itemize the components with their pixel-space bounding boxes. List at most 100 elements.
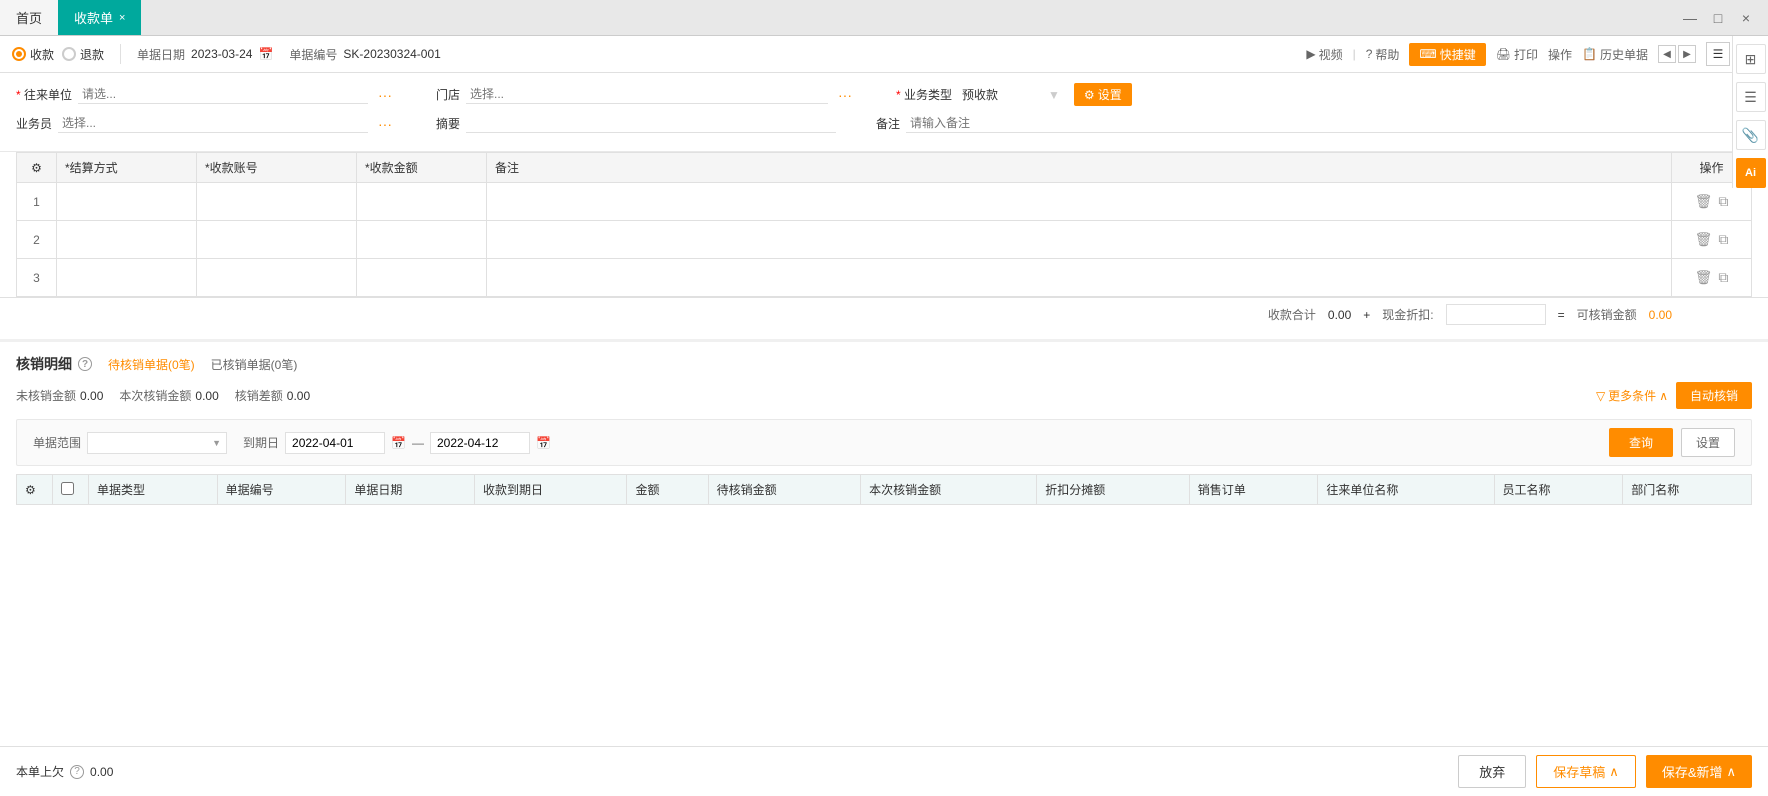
tab-receipt-close[interactable]: × (119, 12, 125, 24)
query-button[interactable]: 查询 (1609, 428, 1673, 457)
tab-receipt[interactable]: 收款单 × (58, 0, 141, 35)
calendar-icon[interactable]: 📅 (258, 47, 273, 61)
delete-icon-3[interactable]: 🗑 (1695, 269, 1713, 286)
setting-button[interactable]: ⚙ 设置 (1074, 83, 1132, 106)
nav-arrows: ◀ ▶ (1658, 45, 1696, 63)
table-gear-header[interactable]: ⚙ (17, 153, 57, 183)
shortcut-button[interactable]: ⌨ 快捷键 (1409, 43, 1485, 66)
receipt-radio[interactable]: 收款 (12, 46, 54, 63)
range-select-wrap (87, 432, 227, 454)
btth-checkbox[interactable] (53, 475, 89, 505)
minimize-button[interactable]: — (1680, 8, 1700, 28)
filter-row: 单据范围 到期日 📅 — 📅 查询 设置 (16, 419, 1752, 466)
account-cell-2[interactable] (197, 221, 357, 259)
store-label: 门店 (436, 86, 460, 103)
play-icon: ▶ (1306, 47, 1315, 61)
due-date-to[interactable] (430, 432, 530, 454)
uncleared-value: 0.00 (80, 389, 103, 403)
summary-input[interactable] (466, 114, 836, 133)
amount-cell-1[interactable] (357, 183, 487, 221)
range-select[interactable] (87, 432, 227, 454)
form-area: * 往来单位 ··· 门店 ··· * 业务类型 预收款 ▼ (0, 73, 1768, 152)
history-icon: 📋 (1582, 47, 1597, 61)
due-date-from[interactable] (285, 432, 385, 454)
counterparty-more-btn[interactable]: ··· (374, 87, 396, 103)
th-remark: 备注 (487, 153, 1672, 183)
copy-icon-3[interactable]: ⧉ (1718, 269, 1728, 286)
remark-cell-3[interactable] (487, 259, 1672, 297)
btth-salesorder: 销售订单 (1189, 475, 1318, 505)
amount-cell-3[interactable] (357, 259, 487, 297)
receipt-table-wrap: ⚙ *结算方式 *收款账号 *收款金额 备注 操作 1 (0, 152, 1768, 297)
save-new-button[interactable]: 保存&新增 ∧ (1646, 755, 1752, 788)
delete-icon-2[interactable]: 🗑 (1695, 231, 1713, 248)
bottom-amount-label: 本单上欠 (16, 763, 64, 780)
account-cell-3[interactable] (197, 259, 357, 297)
save-draft-button[interactable]: 保存草稿 ∧ (1536, 755, 1636, 788)
total-value: 0.00 (1328, 308, 1351, 322)
calendar-from-icon[interactable]: 📅 (391, 436, 406, 450)
select-all-checkbox[interactable] (61, 482, 74, 495)
staff-more-btn[interactable]: ··· (374, 116, 396, 132)
row-num-3: 3 (17, 259, 57, 297)
settlement-cell-3[interactable] (57, 259, 197, 297)
discount-label: 现金折扣: (1382, 306, 1433, 323)
docnum-label: 单据编号 (289, 46, 337, 63)
delete-icon-1[interactable]: 🗑 (1695, 193, 1713, 210)
calendar-to-icon[interactable]: 📅 (536, 436, 551, 450)
settlement-cell-1[interactable] (57, 183, 197, 221)
rp-list-btn[interactable]: ☰ (1736, 82, 1766, 112)
btth-staff: 员工名称 (1494, 475, 1623, 505)
question-icon: ? (1366, 47, 1373, 61)
remark-cell-2[interactable] (487, 221, 1672, 259)
copy-icon-1[interactable]: ⧉ (1718, 193, 1728, 210)
staff-input[interactable] (58, 114, 368, 133)
abandon-button[interactable]: 放弃 (1458, 755, 1526, 788)
pending-tab[interactable]: 待核销单据(0笔) (108, 356, 195, 373)
rp-attach-btn[interactable]: 📎 (1736, 120, 1766, 150)
btth-gear[interactable]: ⚙ (17, 475, 53, 505)
diff-stat: 核销差额 0.00 (235, 387, 310, 404)
store-input[interactable] (466, 85, 828, 104)
table-row: 1 🗑 ⧉ (17, 183, 1752, 221)
tab-home[interactable]: 首页 (0, 0, 58, 35)
receipt-radio-label: 收款 (30, 46, 54, 63)
remark-input[interactable] (906, 114, 1752, 133)
completed-tab[interactable]: 已核销单据(0笔) (211, 356, 298, 373)
close-window-button[interactable]: × (1736, 8, 1756, 28)
next-arrow[interactable]: ▶ (1678, 45, 1696, 63)
refund-radio[interactable]: 退款 (62, 46, 104, 63)
staff-label: 业务员 (16, 115, 52, 132)
operation-link[interactable]: 操作 (1548, 46, 1572, 63)
list-view-btn[interactable]: ☰ (1706, 42, 1730, 66)
maximize-button[interactable]: □ (1708, 8, 1728, 28)
filter-right-actions: 查询 设置 (1609, 428, 1735, 457)
prev-arrow[interactable]: ◀ (1658, 45, 1676, 63)
print-link[interactable]: 🖨 打印 (1496, 46, 1538, 63)
remark-cell-1[interactable] (487, 183, 1672, 221)
store-more-btn[interactable]: ··· (834, 87, 856, 103)
history-link[interactable]: 📋 历史单据 (1582, 46, 1648, 63)
copy-icon-2[interactable]: ⧉ (1718, 231, 1728, 248)
counterparty-label: * 往来单位 (16, 86, 72, 103)
rp-table-btn[interactable]: ⊞ (1736, 44, 1766, 74)
form-row-2: 业务员 ··· 摘要 备注 (16, 114, 1752, 133)
counterparty-input[interactable] (78, 85, 368, 104)
account-cell-1[interactable] (197, 183, 357, 221)
rp-camera-btn[interactable]: Ai (1736, 158, 1766, 188)
bottom-amount-info-icon[interactable]: ? (70, 765, 84, 779)
total-label: 收款合计 (1268, 306, 1316, 323)
filter-setting-button[interactable]: 设置 (1681, 428, 1735, 457)
help-link[interactable]: ? 帮助 (1366, 46, 1400, 63)
biztype-dropdown-icon[interactable]: ▼ (1048, 88, 1060, 102)
discount-input[interactable] (1446, 304, 1546, 325)
auto-verify-button[interactable]: 自动核销 (1676, 382, 1752, 409)
settlement-cell-2[interactable] (57, 221, 197, 259)
verify-info-icon[interactable]: ? (78, 357, 92, 371)
btth-paydue: 收款到期日 (475, 475, 627, 505)
docnum-field-group: 单据编号 SK-20230324-001 (289, 46, 440, 63)
amount-cell-2[interactable] (357, 221, 487, 259)
video-link[interactable]: ▶ 视频 (1306, 46, 1342, 63)
more-conditions-btn[interactable]: ▽ 更多条件 ∧ (1596, 387, 1668, 404)
refund-radio-circle (62, 47, 76, 61)
